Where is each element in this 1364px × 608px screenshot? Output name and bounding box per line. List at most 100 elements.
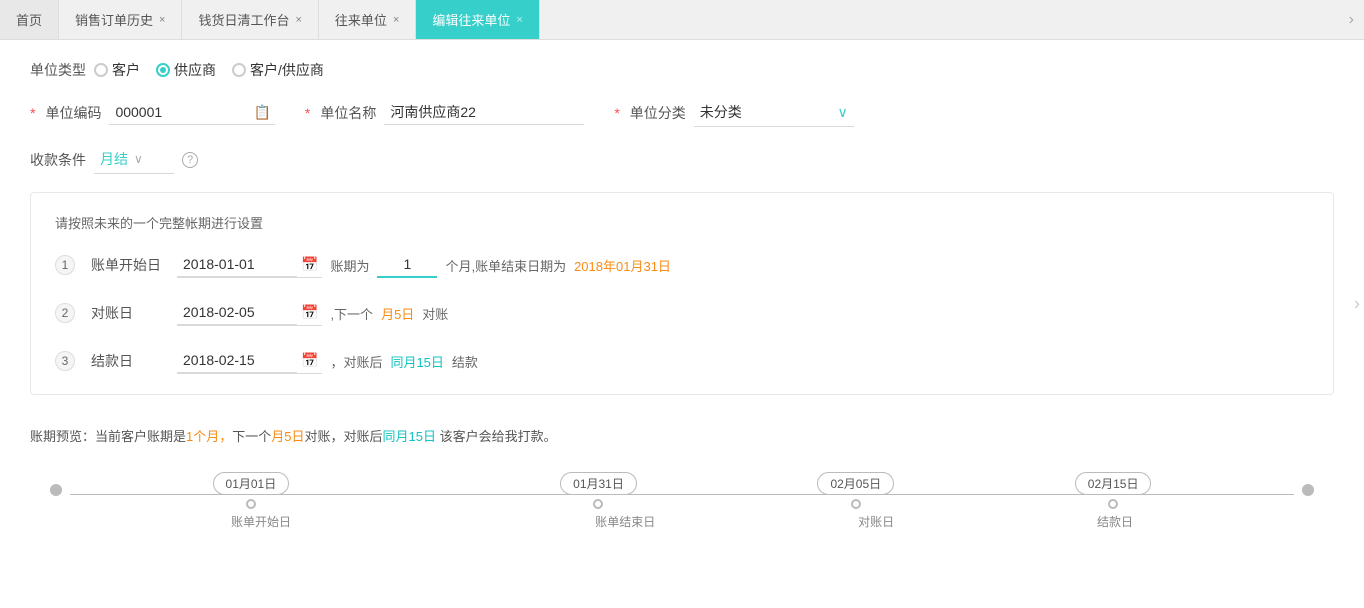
step-3-suffix-pre: ，对账后	[330, 352, 382, 371]
timeline-start-dot	[50, 484, 62, 496]
payment-terms-label: 收款条件	[30, 150, 86, 170]
preview-highlight2: 月5日	[271, 429, 304, 444]
step-1-calendar-icon[interactable]: 📅	[297, 256, 322, 273]
unit-code-input-wrap: 📋	[109, 100, 274, 125]
step-3-label: 结款日	[91, 351, 161, 371]
unit-category-group: * 单位分类 未分类 ∨	[614, 98, 853, 127]
step-1-period-input[interactable]	[377, 252, 437, 278]
tab-edit-partner-label: 编辑往来单位	[432, 10, 510, 29]
unit-category-star: *	[614, 105, 619, 121]
timeline-node-4-dot	[1108, 499, 1118, 509]
unit-category-value: 未分类	[700, 102, 830, 122]
tab-partners-close[interactable]: ×	[393, 14, 399, 26]
tab-cash-desk-close[interactable]: ×	[295, 14, 301, 26]
step-3-calendar-icon[interactable]: 📅	[297, 352, 322, 369]
step-1-number: 1	[55, 255, 75, 275]
step-1-date-input-wrap: 📅	[177, 252, 322, 278]
radio-both-circle	[232, 63, 246, 77]
radio-customer-label: 客户	[112, 60, 140, 80]
unit-code-icon[interactable]: 📋	[249, 104, 274, 121]
unit-type-label: 单位类型	[30, 60, 86, 80]
timeline-label-4-text: 结款日	[1097, 513, 1133, 530]
preview-section: 账期预览：当前客户账期是1个月，下一个月5日对账，对账后同月15日 该客户会给我…	[30, 411, 1334, 530]
timeline-label-3-text: 对账日	[858, 513, 894, 530]
tab-scroll-right[interactable]: ›	[1339, 11, 1364, 29]
preview-text: 账期预览：当前客户账期是1个月，下一个月5日对账，对账后同月15日 该客户会给我…	[30, 427, 1334, 448]
unit-name-star: *	[305, 105, 310, 121]
timeline-label-3: 对账日	[858, 513, 894, 530]
radio-customer-circle	[94, 63, 108, 77]
step-2-suffix-pre: ,下一个	[330, 304, 373, 323]
preview-highlight1: 1个月，	[186, 429, 232, 444]
page-scroll-right-arrow[interactable]: ›	[1350, 284, 1364, 325]
radio-supplier-label: 供应商	[174, 60, 216, 80]
timeline-node-1-badge: 01月01日	[213, 472, 290, 495]
unit-code-group: * 单位编码 📋	[30, 100, 275, 125]
step-1-row: 1 账单开始日 📅 账期为 个月,账单结束日期为 2018年01月31日	[55, 252, 1309, 278]
step-2-row: 2 对账日 📅 ,下一个 月5日 对账	[55, 300, 1309, 326]
settings-panel: 请按照未来的一个完整帐期进行设置 1 账单开始日 📅 账期为 个月,账单结束日期…	[30, 192, 1334, 395]
unit-type-group: 单位类型 客户 供应商 客户/供应商	[30, 60, 324, 80]
tab-sales-history[interactable]: 销售订单历史 ×	[59, 0, 182, 39]
timeline-node-4-badge: 02月15日	[1075, 472, 1152, 495]
main-content: 单位类型 客户 供应商 客户/供应商 * 单位编码	[0, 40, 1364, 608]
tab-partners[interactable]: 往来单位 ×	[319, 0, 416, 39]
tab-partners-label: 往来单位	[335, 10, 387, 29]
unit-code-input[interactable]	[109, 100, 249, 124]
step-1-end-date: 2018年01月31日	[574, 256, 671, 275]
step-2-suffix-post: 对账	[422, 304, 448, 323]
step-1-period-unit: 个月,账单结束日期为	[445, 256, 566, 275]
timeline-node-4: 02月15日	[1075, 472, 1152, 509]
unit-code-label: 单位编码	[45, 103, 101, 123]
tab-sales-history-label: 销售订单历史	[75, 10, 153, 29]
panel-hint: 请按照未来的一个完整帐期进行设置	[55, 213, 1309, 232]
payment-terms-value: 月结	[100, 149, 128, 169]
timeline-node-3: 02月05日	[817, 472, 894, 509]
step-2-highlight: 月5日	[381, 304, 414, 323]
step-1-period-label: 账期为	[330, 256, 369, 275]
step-3-suffix-post: 结款	[452, 352, 478, 371]
unit-name-input[interactable]	[384, 100, 584, 125]
tab-edit-partner-close[interactable]: ×	[516, 14, 522, 26]
step-2-date-input-wrap: 📅	[177, 300, 322, 326]
timeline-node-1: 01月01日	[213, 472, 290, 509]
step-2-label: 对账日	[91, 303, 161, 323]
radio-supplier-circle	[156, 63, 170, 77]
step-1-content: 📅 账期为 个月,账单结束日期为 2018年01月31日	[177, 252, 671, 278]
tab-bar: 首页 销售订单历史 × 钱货日清工作台 × 往来单位 × 编辑往来单位 × ›	[0, 0, 1364, 40]
step-2-number: 2	[55, 303, 75, 323]
tab-home-label: 首页	[16, 10, 42, 29]
payment-terms-group: 收款条件 月结 ∨ ?	[30, 145, 198, 174]
step-3-content: 📅 ，对账后 同月15日 结款	[177, 348, 478, 374]
radio-supplier[interactable]: 供应商	[156, 60, 216, 80]
timeline-node-2: 01月31日	[560, 472, 637, 509]
tab-edit-partner[interactable]: 编辑往来单位 ×	[416, 0, 539, 39]
step-2-date-input[interactable]	[177, 300, 297, 325]
radio-customer[interactable]: 客户	[94, 60, 140, 80]
preview-label: 账期预览：当前客户账期是	[30, 429, 186, 444]
timeline-nodes-row: 01月01日 01月31日 02月05日 02	[50, 472, 1314, 509]
step-1-label: 账单开始日	[91, 255, 161, 275]
preview-text-mid2: 对账，对账后	[305, 429, 383, 444]
timeline-node-3-badge: 02月05日	[817, 472, 894, 495]
radio-both-label: 客户/供应商	[250, 60, 324, 80]
unit-category-select[interactable]: 未分类 ∨	[694, 98, 854, 127]
timeline-node-2-badge: 01月31日	[560, 472, 637, 495]
step-1-date-input[interactable]	[177, 252, 297, 277]
tab-sales-history-close[interactable]: ×	[159, 14, 165, 26]
step-2-calendar-icon[interactable]: 📅	[297, 304, 322, 321]
radio-both[interactable]: 客户/供应商	[232, 60, 324, 80]
timeline-labels-row: 账单开始日 账单结束日 对账日 结款日	[50, 513, 1314, 530]
tab-cash-desk[interactable]: 钱货日清工作台 ×	[182, 0, 318, 39]
timeline-label-2: 账单结束日	[595, 513, 655, 530]
timeline-node-3-dot	[851, 499, 861, 509]
preview-highlight3: 同月15日	[383, 429, 436, 444]
timeline-label-1-text: 账单开始日	[231, 513, 291, 530]
step-2-content: 📅 ,下一个 月5日 对账	[177, 300, 448, 326]
step-3-date-input[interactable]	[177, 348, 297, 373]
timeline-node-2-dot	[593, 499, 603, 509]
payment-terms-help-icon[interactable]: ?	[182, 152, 198, 168]
payment-terms-row: 收款条件 月结 ∨ ?	[30, 145, 1334, 174]
tab-home[interactable]: 首页	[0, 0, 59, 39]
payment-terms-dropdown[interactable]: 月结 ∨	[94, 145, 174, 174]
